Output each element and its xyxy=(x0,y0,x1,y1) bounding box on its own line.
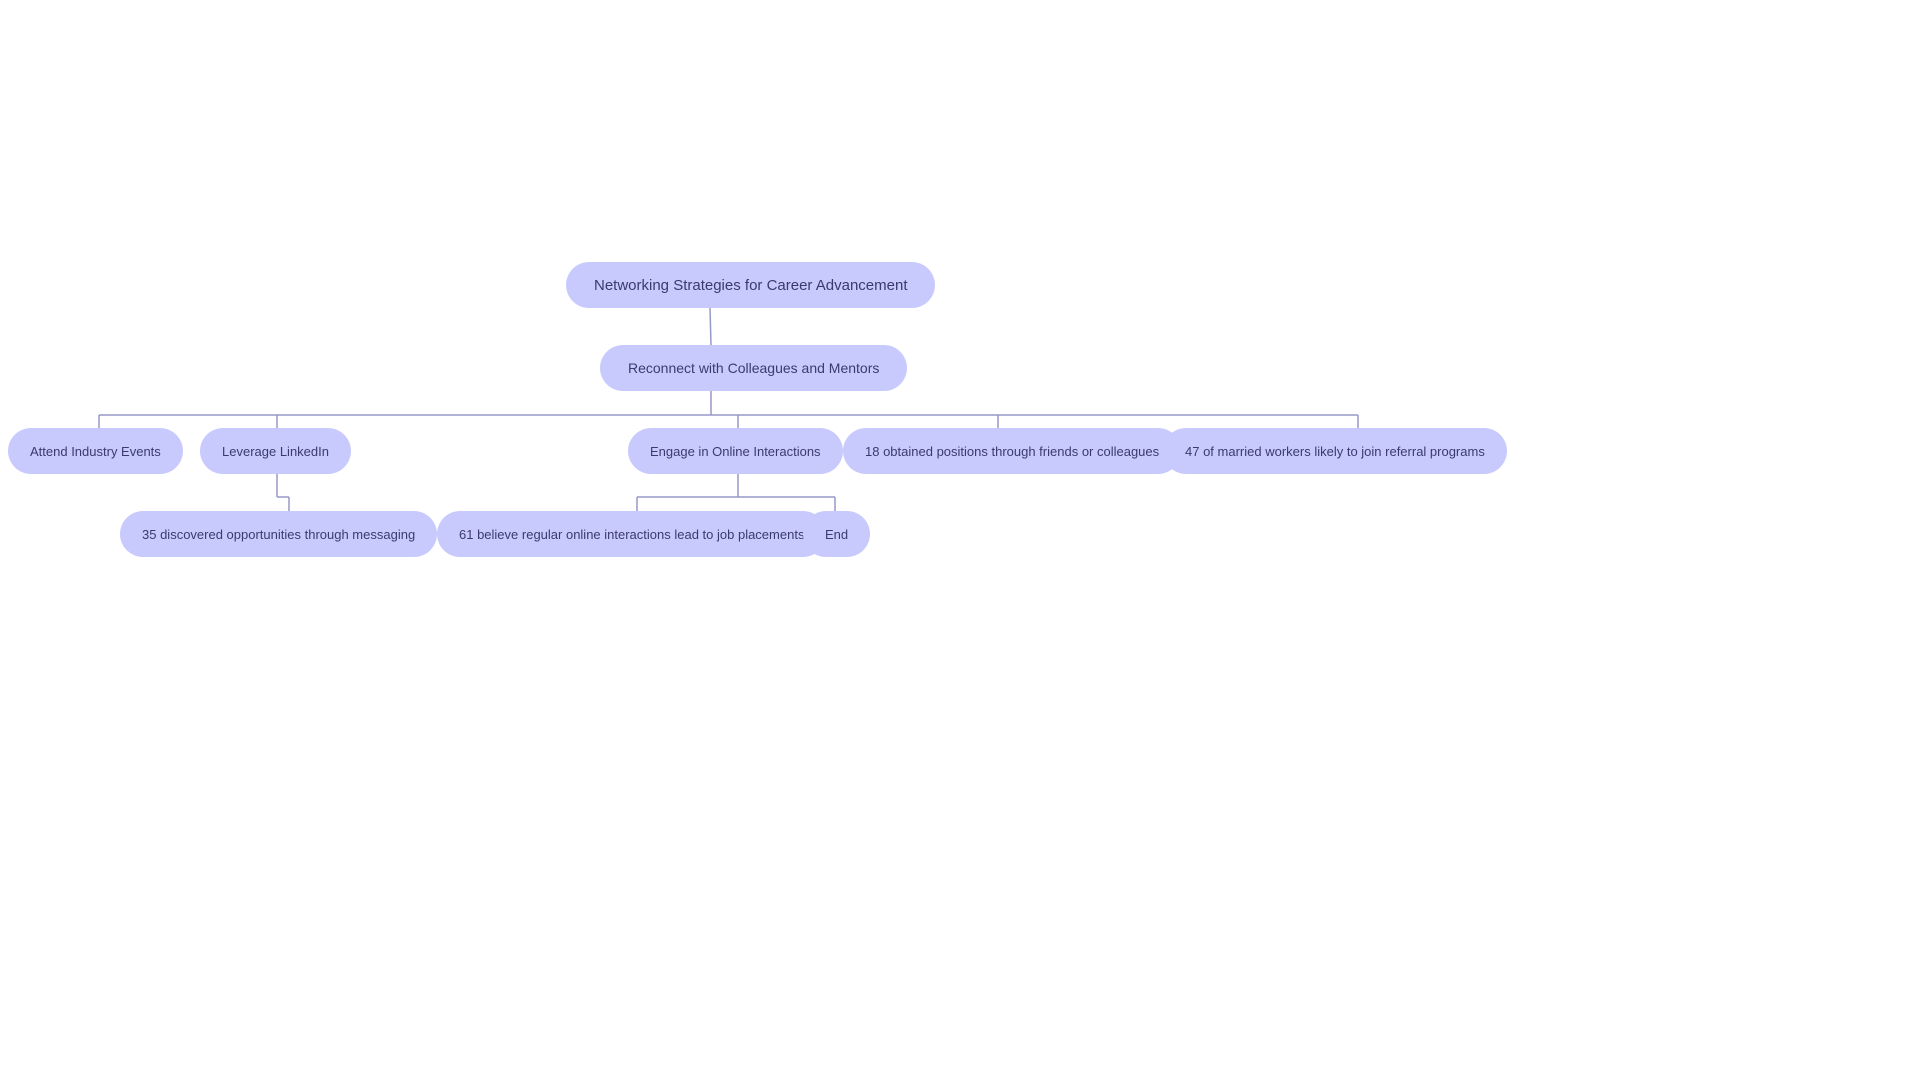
node-believe[interactable]: 61 believe regular online interactions l… xyxy=(437,511,826,557)
node-leverage[interactable]: Leverage LinkedIn xyxy=(200,428,351,474)
node-root[interactable]: Networking Strategies for Career Advance… xyxy=(566,262,935,308)
node-obtained[interactable]: 18 obtained positions through friends or… xyxy=(843,428,1181,474)
diagram-container: Networking Strategies for Career Advance… xyxy=(0,0,1920,1083)
node-discovered[interactable]: 35 discovered opportunities through mess… xyxy=(120,511,437,557)
node-engage[interactable]: Engage in Online Interactions xyxy=(628,428,843,474)
node-attend[interactable]: Attend Industry Events xyxy=(8,428,183,474)
node-married[interactable]: 47 of married workers likely to join ref… xyxy=(1163,428,1507,474)
node-end[interactable]: End xyxy=(803,511,870,557)
node-reconnect[interactable]: Reconnect with Colleagues and Mentors xyxy=(600,345,907,391)
